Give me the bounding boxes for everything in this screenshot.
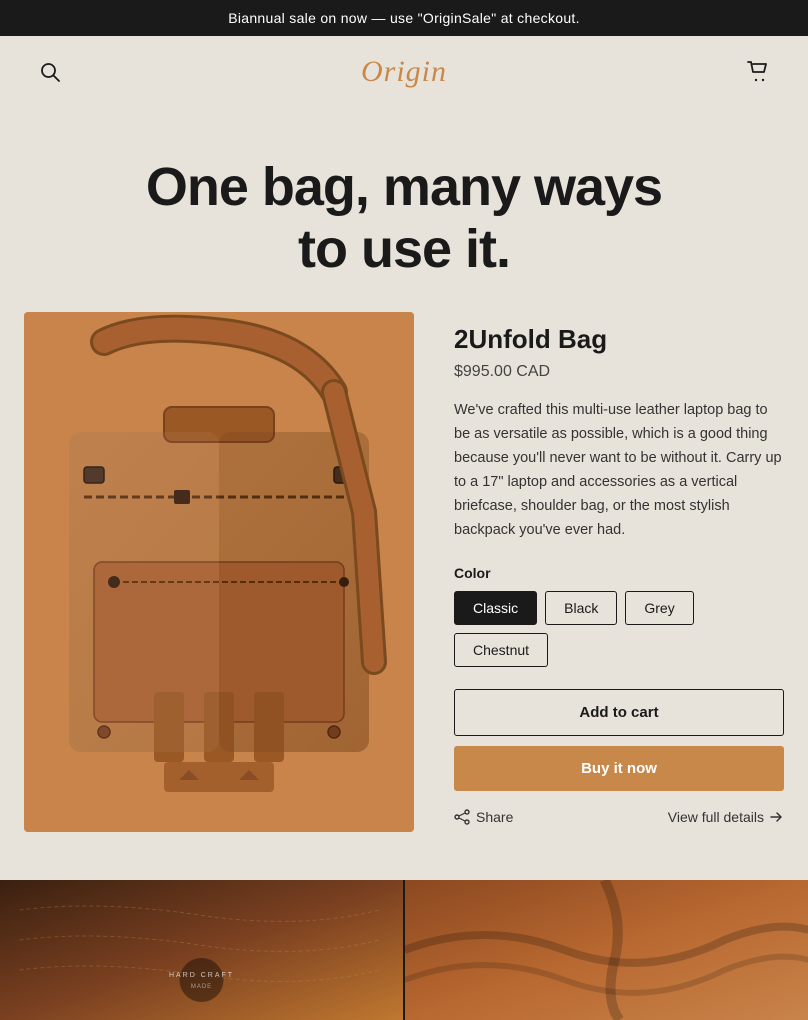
cart-button[interactable] — [740, 54, 776, 90]
search-button[interactable] — [32, 54, 68, 90]
cart-icon — [747, 61, 769, 83]
product-title: 2Unfold Bag — [454, 324, 784, 355]
share-link[interactable]: Share — [454, 809, 513, 825]
product-details: 2Unfold Bag $995.00 CAD We've crafted th… — [454, 312, 784, 825]
hero-headline: One bag, many ways to use it. — [80, 156, 728, 280]
announcement-bar: Biannual sale on now — use "OriginSale" … — [0, 0, 808, 36]
svg-text:MADE: MADE — [191, 984, 212, 990]
announcement-text: Biannual sale on now — use "OriginSale" … — [228, 10, 580, 26]
svg-text:HARD CRAFT: HARD CRAFT — [169, 972, 234, 979]
gallery-left-image: HARD CRAFT MADE — [0, 880, 403, 1020]
product-description: We've crafted this multi-use leather lap… — [454, 399, 784, 543]
product-footer: Share View full details — [454, 809, 784, 825]
bottom-gallery: HARD CRAFT MADE — [0, 880, 808, 1020]
buy-now-button[interactable]: Buy it now — [454, 746, 784, 791]
header: Origin — [0, 36, 808, 108]
share-icon — [454, 809, 470, 825]
arrow-right-icon — [768, 809, 784, 825]
color-btn-classic[interactable]: Classic — [454, 591, 537, 625]
color-btn-chestnut[interactable]: Chestnut — [454, 633, 548, 667]
hero-section: One bag, many ways to use it. — [0, 108, 808, 312]
search-icon — [39, 61, 61, 83]
gallery-item-right — [403, 880, 808, 1020]
product-section: 2Unfold Bag $995.00 CAD We've crafted th… — [0, 312, 808, 880]
color-btn-grey[interactable]: Grey — [625, 591, 693, 625]
color-btn-black[interactable]: Black — [545, 591, 617, 625]
product-image — [24, 312, 414, 832]
add-to-cart-button[interactable]: Add to cart — [454, 689, 784, 736]
bag-svg — [24, 312, 414, 832]
site-logo[interactable]: Origin — [361, 55, 447, 89]
product-price: $995.00 CAD — [454, 363, 784, 381]
color-options: Classic Black Grey Chestnut — [454, 591, 784, 667]
view-full-details-link[interactable]: View full details — [668, 809, 784, 825]
gallery-item-left: HARD CRAFT MADE — [0, 880, 403, 1020]
color-label: Color — [454, 565, 784, 581]
gallery-right-image — [405, 880, 808, 1020]
